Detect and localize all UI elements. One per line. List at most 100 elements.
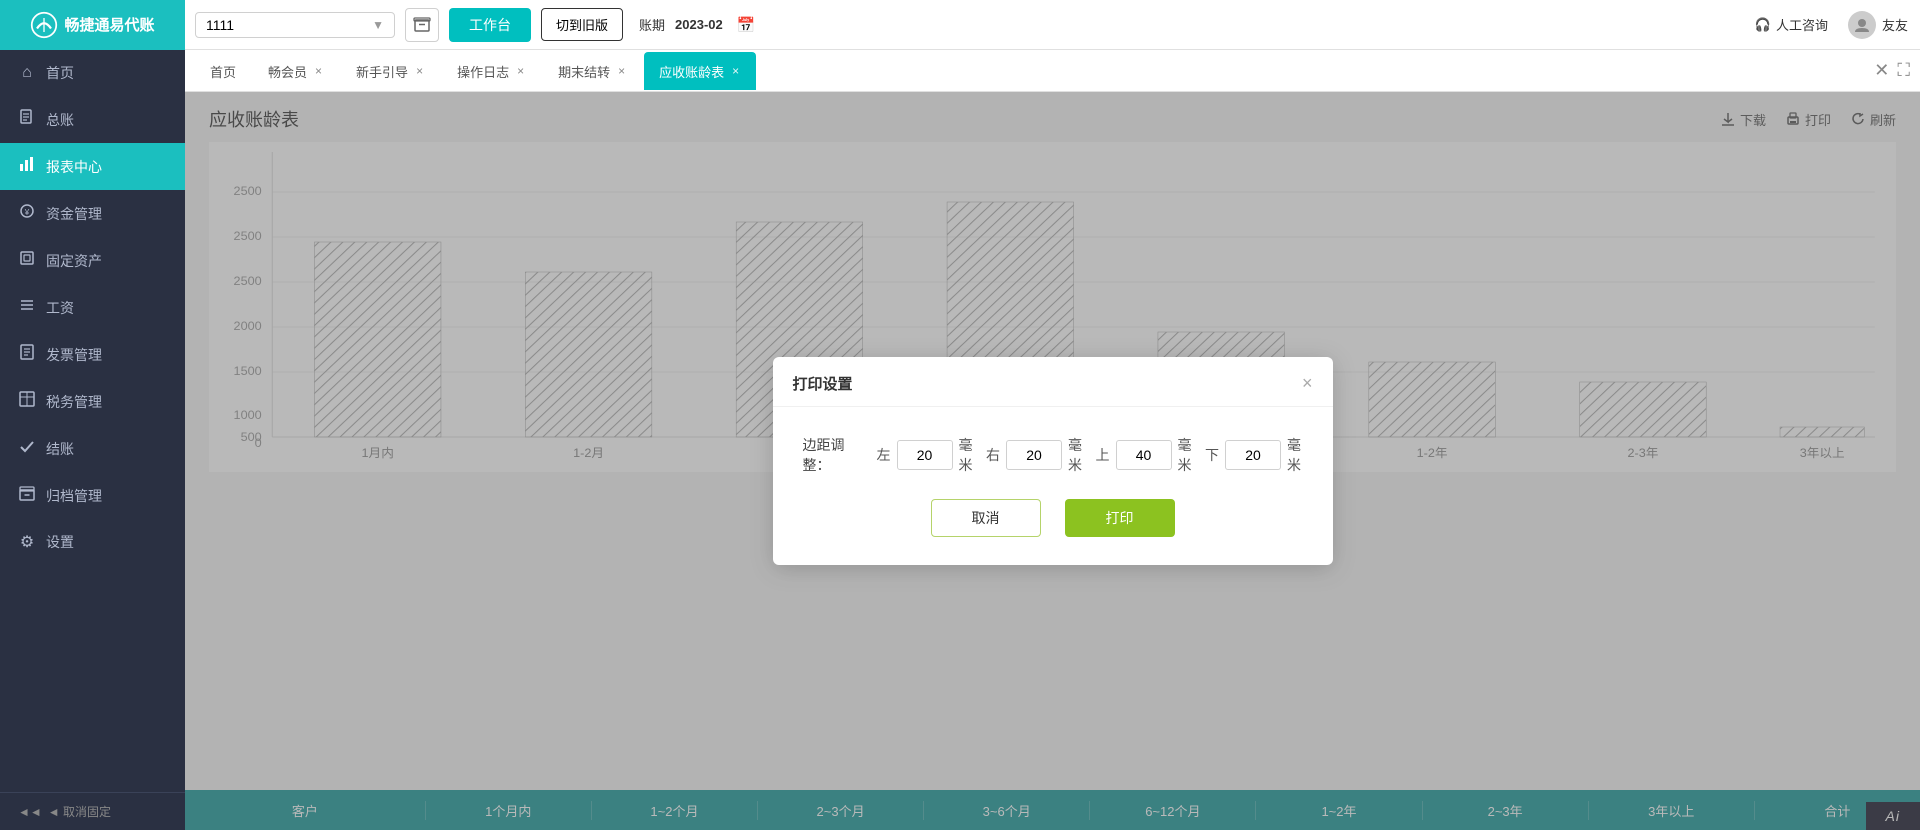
margin-top-group: 上 毫米	[1096, 435, 1193, 475]
bottom-margin-input[interactable]	[1225, 440, 1281, 470]
sidebar-item-reports[interactable]: 报表中心	[0, 143, 185, 190]
tab-member-label: 畅会员	[268, 62, 307, 81]
tab-ar-aging[interactable]: 应收账龄表 ×	[644, 52, 756, 90]
sidebar-scroll: ⌂ 首页 总账	[0, 50, 185, 792]
calendar-icon[interactable]: 📅	[737, 16, 756, 34]
expand-tab-button[interactable]: ⛶	[1897, 60, 1910, 81]
sidebar-item-tax[interactable]: 税务管理	[0, 378, 185, 425]
sidebar-label-ledger: 总账	[46, 110, 74, 130]
content-area: 首页 畅会员 × 新手引导 × 操作日志 × 期末结转 × 应收账龄表 ×	[185, 50, 1920, 830]
modal-footer: 取消 打印	[773, 499, 1333, 565]
left-label: 左	[877, 445, 891, 465]
sidebar-item-ledger[interactable]: 总账	[0, 96, 185, 143]
top-margin-input[interactable]	[1116, 440, 1172, 470]
logo-icon	[30, 11, 58, 39]
company-selector[interactable]: 1111 ▼	[195, 12, 395, 38]
tab-member-close[interactable]: ×	[313, 63, 324, 79]
assets-icon	[18, 250, 36, 271]
top-unit: 毫米	[1178, 435, 1193, 475]
chevron-down-icon: ▼	[372, 18, 384, 32]
sidebar-label-archive: 归档管理	[46, 486, 102, 506]
invoice-icon	[18, 344, 36, 365]
archive-icon	[413, 16, 431, 34]
tab-home[interactable]: 首页	[195, 52, 251, 90]
toggle-arrow-icon: ◄◄	[18, 805, 42, 819]
tab-oplog[interactable]: 操作日志 ×	[442, 52, 541, 90]
sidebar-label-home: 首页	[46, 63, 74, 83]
workbench-button[interactable]: 工作台	[449, 8, 531, 42]
avatar	[1848, 11, 1876, 39]
funds-icon: ¥	[18, 203, 36, 224]
tabs-bar: 首页 畅会员 × 新手引导 × 操作日志 × 期末结转 × 应收账龄表 ×	[185, 50, 1920, 92]
sidebar-item-assets[interactable]: 固定资产	[0, 237, 185, 284]
switch-version-button[interactable]: 切到旧版	[541, 8, 623, 41]
sidebar-toggle-label: ◄ 取消固定	[48, 803, 111, 820]
archive-sidebar-svg	[19, 485, 35, 501]
tab-period-end[interactable]: 期末结转 ×	[543, 52, 642, 90]
user-area[interactable]: 友友	[1848, 11, 1908, 39]
modal-close-button[interactable]: ×	[1302, 373, 1313, 394]
headset-icon: 🎧	[1755, 17, 1771, 33]
close-all-tabs-button[interactable]: ✕	[1874, 60, 1889, 81]
sidebar-label-invoice: 发票管理	[46, 345, 102, 365]
assets-svg	[19, 250, 35, 266]
margin-row: 边距调整： 左 毫米 右 毫米	[803, 435, 1303, 475]
right-label: 右	[986, 445, 1000, 465]
sidebar-item-salary[interactable]: 工资	[0, 284, 185, 331]
margin-right-group: 右 毫米	[986, 435, 1083, 475]
svg-text:¥: ¥	[24, 208, 30, 217]
tab-ar-aging-label: 应收账龄表	[659, 62, 724, 81]
reports-icon	[18, 156, 36, 177]
settle-icon	[18, 438, 36, 459]
print-settings-modal: 打印设置 × 边距调整： 左 毫米 右	[773, 357, 1333, 565]
tab-guide-close[interactable]: ×	[414, 63, 425, 79]
left-margin-input[interactable]	[897, 440, 953, 470]
sidebar-label-tax: 税务管理	[46, 392, 102, 412]
settle-svg	[19, 438, 35, 454]
bottom-label: 下	[1205, 445, 1219, 465]
sidebar-item-settle[interactable]: 结账	[0, 425, 185, 472]
sidebar-item-funds[interactable]: ¥ 资金管理	[0, 190, 185, 237]
sidebar-label-settings: 设置	[46, 532, 74, 552]
tab-ar-aging-close[interactable]: ×	[730, 63, 741, 79]
modal-body: 边距调整： 左 毫米 右 毫米	[773, 407, 1333, 499]
sidebar-label-funds: 资金管理	[46, 204, 102, 224]
tab-period-end-label: 期末结转	[558, 62, 610, 81]
bottom-unit: 毫米	[1287, 435, 1302, 475]
tab-oplog-close[interactable]: ×	[515, 63, 526, 79]
sidebar-label-salary: 工资	[46, 298, 74, 318]
tab-guide[interactable]: 新手引导 ×	[341, 52, 440, 90]
salary-icon	[18, 297, 36, 318]
sidebar-label-assets: 固定资产	[46, 251, 102, 271]
tab-member[interactable]: 畅会员 ×	[253, 52, 339, 90]
tab-guide-label: 新手引导	[356, 62, 408, 81]
settings-icon: ⚙	[18, 532, 36, 552]
right-margin-input[interactable]	[1006, 440, 1062, 470]
sidebar-item-invoice[interactable]: 发票管理	[0, 331, 185, 378]
cancel-button[interactable]: 取消	[931, 499, 1041, 537]
top-right: 🎧 人工咨询 友友	[1755, 11, 1908, 39]
margin-left-group: 左 毫米	[877, 435, 974, 475]
archive-sidebar-icon	[18, 485, 36, 506]
margin-label: 边距调整：	[803, 435, 865, 475]
page-content: 应收账龄表 下载	[185, 92, 1920, 830]
left-unit: 毫米	[959, 435, 974, 475]
sidebar-toggle[interactable]: ◄◄ ◄ 取消固定	[0, 792, 185, 830]
consult-button[interactable]: 🎧 人工咨询	[1755, 15, 1828, 34]
sidebar-item-settings[interactable]: ⚙ 设置	[0, 519, 185, 565]
main-layout: ⌂ 首页 总账	[0, 50, 1920, 830]
company-name: 1111	[206, 17, 364, 33]
right-unit: 毫米	[1068, 435, 1083, 475]
tab-period-end-close[interactable]: ×	[616, 63, 627, 79]
top-label: 上	[1096, 445, 1110, 465]
print-confirm-button[interactable]: 打印	[1065, 499, 1175, 537]
reports-svg	[19, 156, 35, 172]
sidebar-label-reports: 报表中心	[46, 157, 102, 177]
home-icon: ⌂	[18, 64, 36, 82]
period-label: 账期	[639, 15, 665, 34]
margin-bottom-group: 下 毫米	[1205, 435, 1302, 475]
archive-btn[interactable]	[405, 8, 439, 42]
sidebar-item-home[interactable]: ⌂ 首页	[0, 50, 185, 96]
sidebar-label-settle: 结账	[46, 439, 74, 459]
sidebar-item-archive[interactable]: 归档管理	[0, 472, 185, 519]
